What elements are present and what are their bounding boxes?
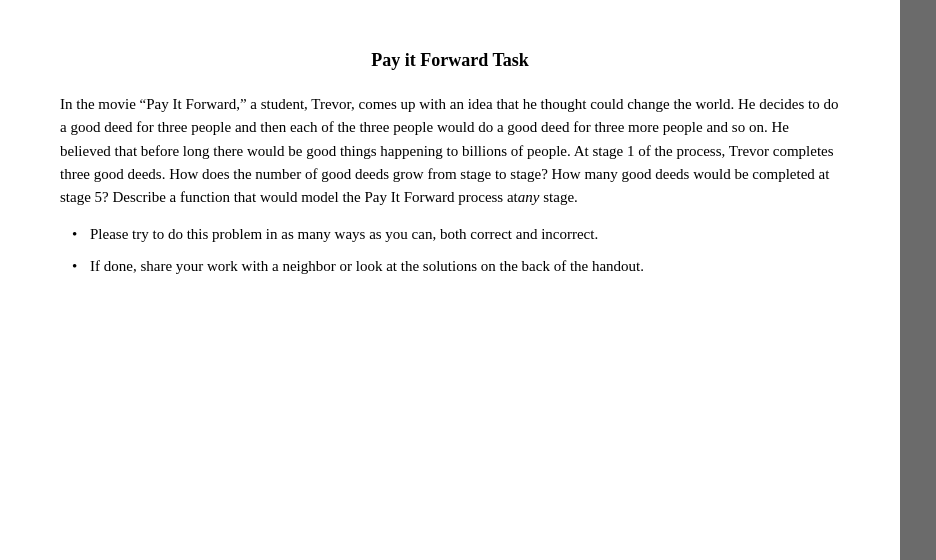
page-title: Pay it Forward Task — [60, 50, 840, 71]
main-text-after-italic: stage. — [539, 189, 577, 205]
main-paragraph: In the movie “Pay It Forward,” a student… — [60, 93, 840, 209]
document-page: Pay it Forward Task In the movie “Pay It… — [0, 0, 900, 560]
bullet-item-2: If done, share your work with a neighbor… — [90, 255, 840, 278]
main-text-before-italic: In the movie “Pay It Forward,” a student… — [60, 96, 838, 205]
italic-word: any — [518, 189, 540, 205]
right-sidebar — [900, 0, 936, 560]
bullet-item-1: Please try to do this problem in as many… — [90, 223, 840, 246]
bullet-list: Please try to do this problem in as many… — [60, 223, 840, 278]
